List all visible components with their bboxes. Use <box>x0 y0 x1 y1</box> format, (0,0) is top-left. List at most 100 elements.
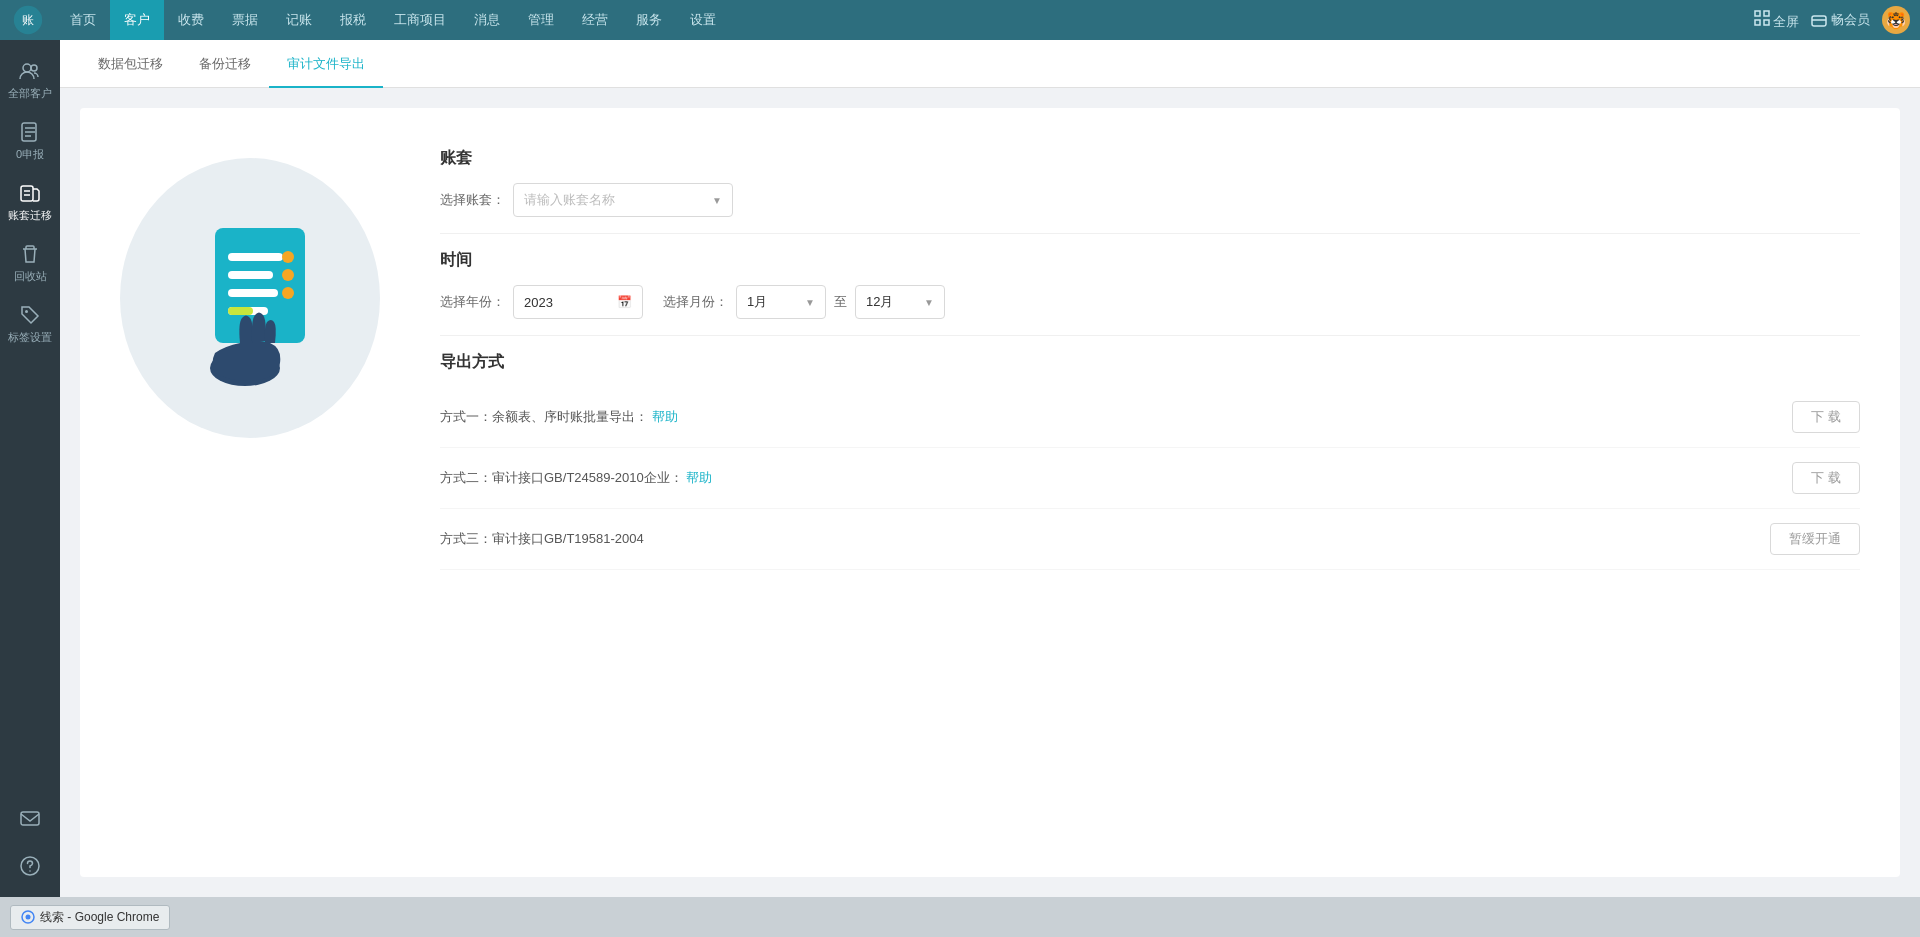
svg-point-17 <box>25 310 28 313</box>
export-method-1-help-link[interactable]: 帮助 <box>652 409 678 424</box>
top-navigation: 账 首页 客户 收费 票据 记账 报税 工商项目 消息 管理 经营 服务 设置 … <box>0 0 1920 40</box>
nav-customer[interactable]: 客户 <box>110 0 164 40</box>
sidebar: 全部客户 0申报 账套迁移 <box>0 40 60 897</box>
month-label: 选择月份： <box>663 293 728 311</box>
sidebar-label-zero-filing: 0申报 <box>16 147 44 162</box>
nav-bookkeeping[interactable]: 记账 <box>272 0 326 40</box>
chevron-down-icon-month: ▼ <box>805 297 815 308</box>
main-layout: 全部客户 0申报 账套迁移 <box>0 40 1920 897</box>
sidebar-item-tag-settings[interactable]: 标签设置 <box>0 294 60 355</box>
separator-1 <box>440 233 1860 234</box>
tab-data-migration[interactable]: 数据包迁移 <box>80 41 181 88</box>
section-export-title: 导出方式 <box>440 352 1860 373</box>
svg-rect-23 <box>228 271 273 279</box>
user-avatar[interactable]: 🐯 <box>1882 6 1910 34</box>
sidebar-item-recycle[interactable]: 回收站 <box>0 233 60 294</box>
svg-rect-4 <box>1755 20 1760 25</box>
svg-point-20 <box>29 870 31 872</box>
fullscreen-label: 全屏 <box>1773 14 1799 29</box>
export-method-2: 方式二：审计接口GB/T24589-2010企业： 帮助 下 载 <box>440 448 1860 509</box>
svg-text:账: 账 <box>22 13 34 26</box>
to-label: 至 <box>834 293 847 311</box>
taskbar-item-label: 线索 - Google Chrome <box>40 909 159 926</box>
export-method-1-download-button[interactable]: 下 载 <box>1792 401 1860 433</box>
month-start-value: 1月 <box>747 293 767 311</box>
time-row: 选择年份： 2023 📅 选择月份： 1月 ▼ 至 1 <box>440 285 1860 319</box>
nav-business[interactable]: 工商项目 <box>380 0 460 40</box>
nav-items: 首页 客户 收费 票据 记账 报税 工商项目 消息 管理 经营 服务 设置 <box>56 0 1754 40</box>
svg-rect-18 <box>21 812 39 825</box>
month-end-value: 12月 <box>866 293 893 311</box>
nav-right: 全屏 畅会员 🐯 <box>1754 6 1910 34</box>
form-section: 账套 选择账套： 请输入账套名称 ▼ 时间 选择年份： <box>440 138 1860 570</box>
svg-point-27 <box>282 269 294 281</box>
nav-service[interactable]: 服务 <box>622 0 676 40</box>
export-method-2-help-link[interactable]: 帮助 <box>686 470 712 485</box>
taskbar: 线索 - Google Chrome <box>0 897 1920 937</box>
sidebar-bottom <box>14 798 46 897</box>
svg-point-32 <box>26 915 31 920</box>
export-method-3-vip-button[interactable]: 暂缓开通 <box>1770 523 1860 555</box>
chrome-icon <box>21 910 35 924</box>
member-button[interactable]: 畅会员 <box>1811 11 1870 29</box>
tab-backup-migration[interactable]: 备份迁移 <box>181 41 269 88</box>
export-method-1-text: 方式一：余额表、序时账批量导出： 帮助 <box>440 408 1792 426</box>
nav-operation[interactable]: 经营 <box>568 0 622 40</box>
month-start-select[interactable]: 1月 ▼ <box>736 285 826 319</box>
svg-rect-14 <box>21 186 33 201</box>
sidebar-item-all-customers[interactable]: 全部客户 <box>0 50 60 111</box>
account-migration-icon <box>19 182 41 204</box>
nav-tax[interactable]: 报税 <box>326 0 380 40</box>
nav-billing[interactable]: 收费 <box>164 0 218 40</box>
help-icon <box>19 855 41 877</box>
section-time-title: 时间 <box>440 250 1860 271</box>
zero-filing-icon <box>19 121 41 143</box>
svg-rect-24 <box>228 289 278 297</box>
account-label: 选择账套： <box>440 191 505 209</box>
taskbar-chrome-item[interactable]: 线索 - Google Chrome <box>10 905 170 930</box>
year-label: 选择年份： <box>440 293 505 311</box>
illustration <box>120 158 380 438</box>
svg-rect-6 <box>1812 16 1826 26</box>
sidebar-label-all-customers: 全部客户 <box>8 86 52 101</box>
export-method-3: 方式三：审计接口GB/T19581-2004 暂缓开通 <box>440 509 1860 570</box>
sidebar-label-account-migration: 账套迁移 <box>8 208 52 223</box>
svg-point-9 <box>31 65 37 71</box>
svg-rect-2 <box>1755 11 1760 16</box>
sidebar-label-tag-settings: 标签设置 <box>8 330 52 345</box>
svg-point-26 <box>282 251 294 263</box>
month-end-select[interactable]: 12月 ▼ <box>855 285 945 319</box>
nav-message[interactable]: 消息 <box>460 0 514 40</box>
page-content: 账套 选择账套： 请输入账套名称 ▼ 时间 选择年份： <box>80 108 1900 877</box>
export-method-1-label: 方式一：余额表、序时账批量导出： <box>440 409 648 424</box>
account-select[interactable]: 请输入账套名称 ▼ <box>513 183 733 217</box>
fullscreen-button[interactable]: 全屏 <box>1754 10 1800 31</box>
export-method-2-text: 方式二：审计接口GB/T24589-2010企业： 帮助 <box>440 469 1792 487</box>
app-logo[interactable]: 账 <box>10 2 46 38</box>
export-method-3-text: 方式三：审计接口GB/T19581-2004 <box>440 530 1770 548</box>
nav-manage[interactable]: 管理 <box>514 0 568 40</box>
export-method-2-label: 方式二：审计接口GB/T24589-2010企业： <box>440 470 683 485</box>
export-method-3-label: 方式三：审计接口GB/T19581-2004 <box>440 531 644 546</box>
sidebar-item-notification[interactable] <box>14 798 46 840</box>
sidebar-item-help[interactable] <box>14 845 46 887</box>
export-method-1: 方式一：余额表、序时账批量导出： 帮助 下 载 <box>440 387 1860 448</box>
svg-rect-29 <box>228 307 253 315</box>
account-row: 选择账套： 请输入账套名称 ▼ <box>440 183 1860 217</box>
year-input[interactable]: 2023 📅 <box>513 285 643 319</box>
notification-icon <box>19 808 41 830</box>
year-value: 2023 <box>524 295 553 310</box>
export-method-2-download-button[interactable]: 下 载 <box>1792 462 1860 494</box>
sidebar-item-zero-filing[interactable]: 0申报 <box>0 111 60 172</box>
nav-invoice[interactable]: 票据 <box>218 0 272 40</box>
content-area: 数据包迁移 备份迁移 审计文件导出 <box>60 40 1920 897</box>
tab-bar: 数据包迁移 备份迁移 审计文件导出 <box>60 40 1920 88</box>
account-select-placeholder: 请输入账套名称 <box>524 191 615 209</box>
calendar-icon: 📅 <box>617 295 632 309</box>
nav-home[interactable]: 首页 <box>56 0 110 40</box>
sidebar-item-account-migration[interactable]: 账套迁移 <box>0 172 60 233</box>
nav-settings[interactable]: 设置 <box>676 0 730 40</box>
tab-audit-export[interactable]: 审计文件导出 <box>269 41 383 88</box>
svg-rect-3 <box>1764 11 1769 16</box>
svg-point-28 <box>282 287 294 299</box>
